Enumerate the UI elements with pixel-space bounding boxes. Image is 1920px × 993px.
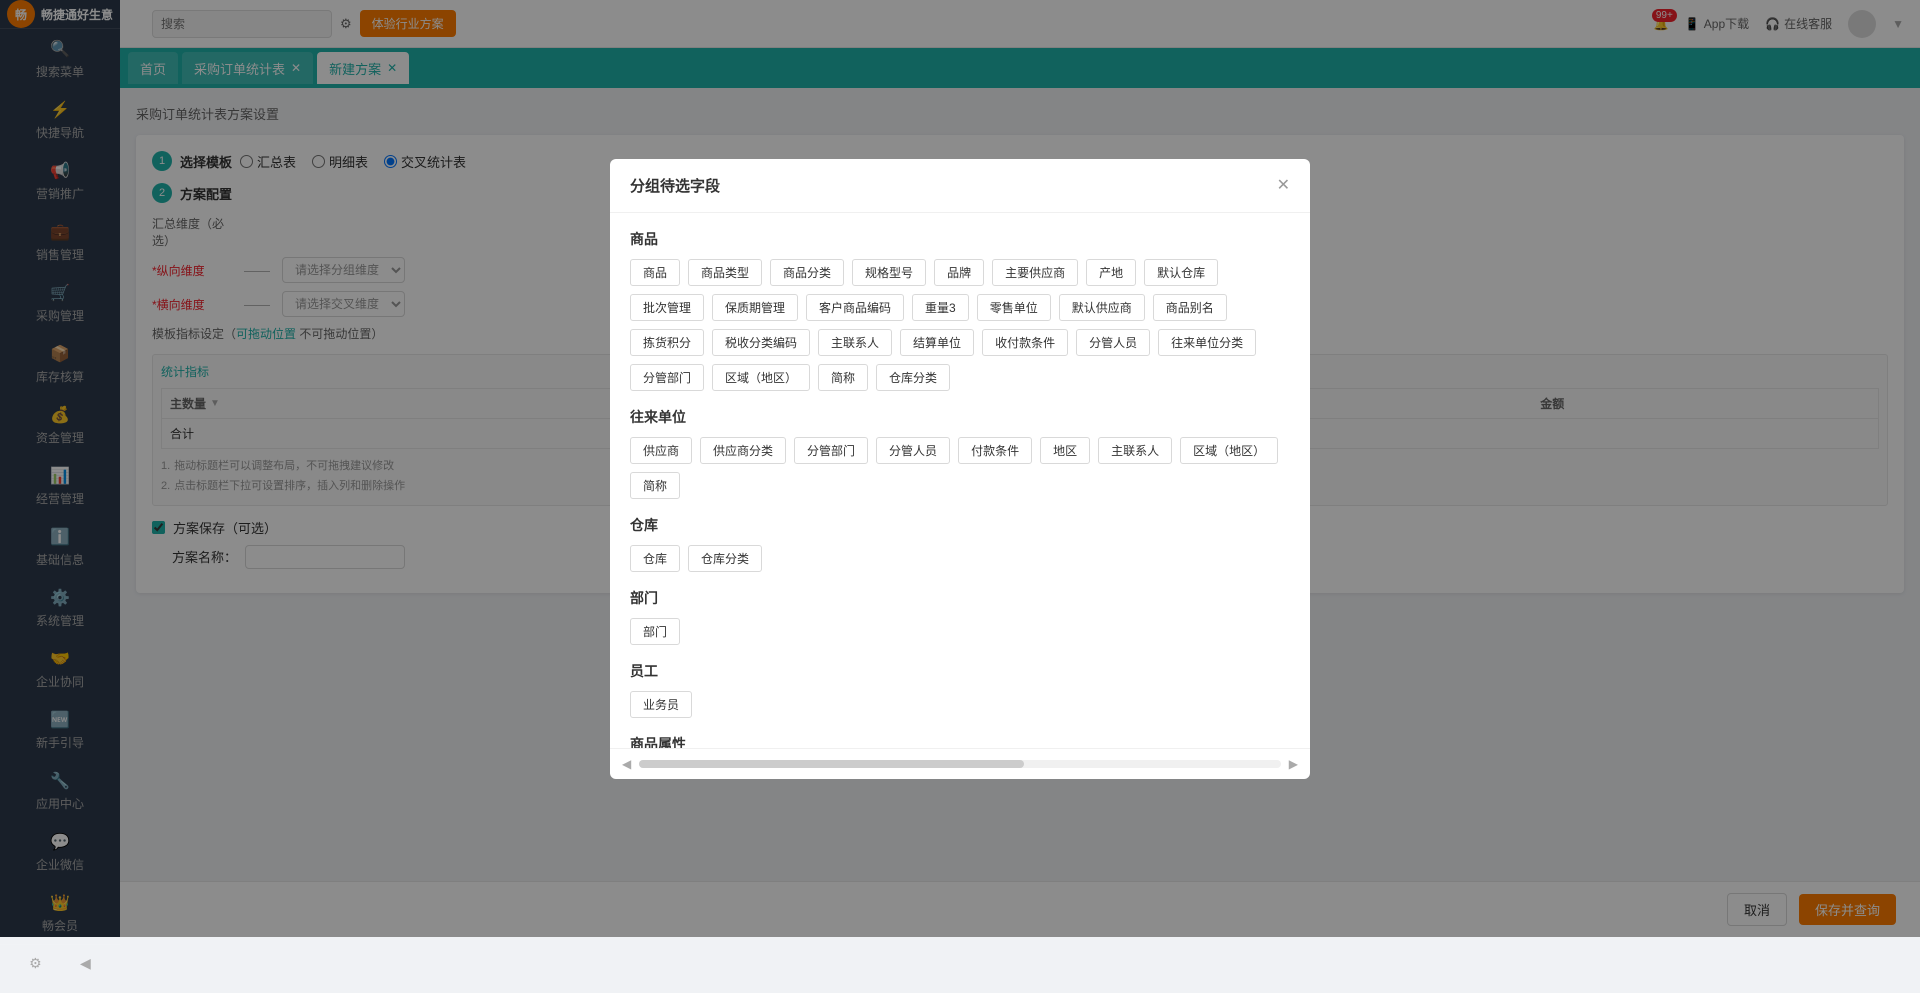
field-tag-0-10[interactable]: 客户商品编码: [806, 294, 904, 321]
field-tags-1: 供应商供应商分类分管部门分管人员付款条件地区主联系人区域（地区） 简称: [630, 437, 1290, 499]
section-title-1: 往来单位: [630, 407, 1290, 427]
scroll-left-btn[interactable]: ◀: [622, 757, 631, 771]
field-tags-0: 商品商品类型商品分类规格型号品牌主要供应商产地默认仓库批次管理保质期管理客户商品…: [630, 259, 1290, 391]
field-tag-1-1[interactable]: 供应商分类: [700, 437, 786, 464]
field-tag-1-0[interactable]: 供应商: [630, 437, 692, 464]
field-tag-0-0[interactable]: 商品: [630, 259, 680, 286]
field-section-5: 商品属性属性颜色多规格尺码鞋码1: [630, 734, 1290, 748]
horizontal-scrollbar[interactable]: [639, 760, 1281, 768]
field-section-4: 员工业务员: [630, 661, 1290, 718]
field-tag-0-20[interactable]: 分管人员: [1076, 329, 1150, 356]
field-section-3: 部门部门: [630, 588, 1290, 645]
field-tag-0-6[interactable]: 产地: [1086, 259, 1136, 286]
field-tag-0-8[interactable]: 批次管理: [630, 294, 704, 321]
modal-overlay[interactable]: 分组待选字段 ✕ 商品商品商品类型商品分类规格型号品牌主要供应商产地默认仓库批次…: [0, 0, 1920, 937]
field-tag-3-0[interactable]: 部门: [630, 618, 680, 645]
field-tag-1-5[interactable]: 地区: [1040, 437, 1090, 464]
field-tag-1-2[interactable]: 分管部门: [794, 437, 868, 464]
field-tag-1-3[interactable]: 分管人员: [876, 437, 950, 464]
section-title-3: 部门: [630, 588, 1290, 608]
field-tag-2-1[interactable]: 仓库分类: [688, 545, 762, 572]
field-section-1: 往来单位供应商供应商分类分管部门分管人员付款条件地区主联系人区域（地区） 简称: [630, 407, 1290, 499]
field-tag-0-21[interactable]: 往来单位分类: [1158, 329, 1256, 356]
field-section-2: 仓库仓库仓库分类: [630, 515, 1290, 572]
modal-body: 商品商品商品类型商品分类规格型号品牌主要供应商产地默认仓库批次管理保质期管理客户…: [610, 213, 1310, 748]
field-tag-0-2[interactable]: 商品分类: [770, 259, 844, 286]
field-tag-0-3[interactable]: 规格型号: [852, 259, 926, 286]
field-tag-2-0[interactable]: 仓库: [630, 545, 680, 572]
field-tag-0-4[interactable]: 品牌: [934, 259, 984, 286]
modal-footer: ◀ ▶: [610, 748, 1310, 779]
field-tag-0-19[interactable]: 收付款条件: [982, 329, 1068, 356]
field-tag-0-14[interactable]: 商品别名: [1153, 294, 1227, 321]
field-section-0: 商品商品商品类型商品分类规格型号品牌主要供应商产地默认仓库批次管理保质期管理客户…: [630, 229, 1290, 391]
section-title-4: 员工: [630, 661, 1290, 681]
field-tags-4: 业务员: [630, 691, 1290, 718]
scrollbar-thumb: [639, 760, 1024, 768]
field-tag-0-9[interactable]: 保质期管理: [712, 294, 798, 321]
field-tag-0-24[interactable]: 简称: [818, 364, 868, 391]
field-tag-0-5[interactable]: 主要供应商: [992, 259, 1078, 286]
field-tag-0-17[interactable]: 主联系人: [818, 329, 892, 356]
modal-close-icon[interactable]: ✕: [1277, 175, 1290, 195]
field-tags-2: 仓库仓库分类: [630, 545, 1290, 572]
field-tag-0-25[interactable]: 仓库分类: [876, 364, 950, 391]
field-tag-0-7[interactable]: 默认仓库: [1144, 259, 1218, 286]
modal-title: 分组待选字段: [630, 175, 720, 196]
field-tag-0-1[interactable]: 商品类型: [688, 259, 762, 286]
field-tag-0-12[interactable]: 零售单位: [977, 294, 1051, 321]
section-title-5: 商品属性: [630, 734, 1290, 748]
field-tag-1-4[interactable]: 付款条件: [958, 437, 1032, 464]
field-tag-0-22[interactable]: 分管部门: [630, 364, 704, 391]
field-tag-0-11[interactable]: 重量3: [912, 294, 969, 321]
field-tag-0-13[interactable]: 默认供应商: [1059, 294, 1145, 321]
field-tag-0-15[interactable]: 拣货积分: [630, 329, 704, 356]
field-tag-0-18[interactable]: 结算单位: [900, 329, 974, 356]
section-title-0: 商品: [630, 229, 1290, 249]
field-tag-4-0[interactable]: 业务员: [630, 691, 692, 718]
modal-header: 分组待选字段 ✕: [610, 159, 1310, 213]
field-tag-1-8[interactable]: 简称: [630, 472, 680, 499]
field-tag-1-7[interactable]: 区域（地区）: [1180, 437, 1278, 464]
field-tags-3: 部门: [630, 618, 1290, 645]
modal: 分组待选字段 ✕ 商品商品商品类型商品分类规格型号品牌主要供应商产地默认仓库批次…: [610, 159, 1310, 779]
field-tag-0-23[interactable]: 区域（地区）: [712, 364, 810, 391]
field-tag-0-16[interactable]: 税收分类编码: [712, 329, 810, 356]
field-tag-1-6[interactable]: 主联系人: [1098, 437, 1172, 464]
scroll-right-btn[interactable]: ▶: [1289, 757, 1298, 771]
section-title-2: 仓库: [630, 515, 1290, 535]
